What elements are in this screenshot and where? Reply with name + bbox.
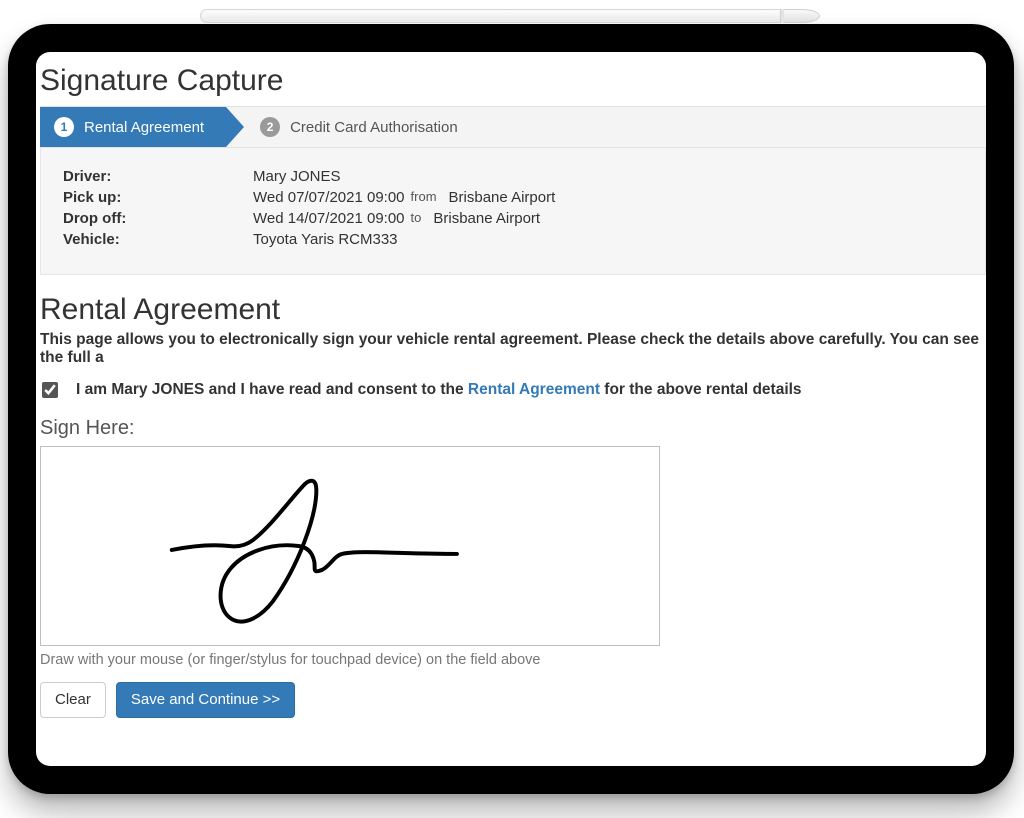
wizard-step-rental-agreement[interactable]: 1 Rental Agreement xyxy=(40,107,226,147)
consent-text: I am Mary JONES and I have read and cons… xyxy=(76,381,802,399)
section-lead: This page allows you to electronically s… xyxy=(40,331,986,367)
dropoff-to-label: to xyxy=(405,210,428,227)
consent-row: I am Mary JONES and I have read and cons… xyxy=(40,381,986,399)
stylus-decoration xyxy=(200,2,820,30)
pickup-time: Wed 07/07/2021 09:00 xyxy=(253,189,405,206)
section-title: Rental Agreement xyxy=(40,293,986,327)
wizard-step-num: 1 xyxy=(54,117,74,137)
pickup-label: Pick up: xyxy=(63,189,253,206)
tablet-screen: Signature Capture 1 Rental Agreement 2 C… xyxy=(36,52,986,766)
rental-agreement-link[interactable]: Rental Agreement xyxy=(468,381,600,398)
wizard-step-credit-card[interactable]: 2 Credit Card Authorisation xyxy=(226,107,480,147)
vehicle-label: Vehicle: xyxy=(63,231,253,248)
consent-pre: I am Mary JONES and I have read and cons… xyxy=(76,381,468,398)
wizard-step-label: Credit Card Authorisation xyxy=(290,119,458,136)
sign-here-label: Sign Here: xyxy=(40,417,986,440)
consent-checkbox[interactable] xyxy=(42,382,58,398)
signature-canvas[interactable] xyxy=(40,446,660,646)
wizard-step-num: 2 xyxy=(260,117,280,137)
signature-stroke-icon xyxy=(41,447,659,645)
tablet-frame: Signature Capture 1 Rental Agreement 2 C… xyxy=(8,24,1014,794)
save-continue-button[interactable]: Save and Continue >> xyxy=(116,682,295,718)
clear-button[interactable]: Clear xyxy=(40,682,106,718)
dropoff-label: Drop off: xyxy=(63,210,253,227)
driver-value: Mary JONES xyxy=(253,168,341,185)
wizard-steps: 1 Rental Agreement 2 Credit Card Authori… xyxy=(40,106,986,148)
page-title: Signature Capture xyxy=(40,64,986,98)
rental-details-panel: Driver: Mary JONES Pick up: Wed 07/07/20… xyxy=(40,148,986,275)
wizard-step-label: Rental Agreement xyxy=(84,119,204,136)
action-buttons: Clear Save and Continue >> xyxy=(40,682,986,718)
vehicle-value: Toyota Yaris RCM333 xyxy=(253,231,398,248)
driver-label: Driver: xyxy=(63,168,253,185)
dropoff-time: Wed 14/07/2021 09:00 xyxy=(253,210,405,227)
pickup-from-label: from xyxy=(405,189,443,206)
signature-hint: Draw with your mouse (or finger/stylus f… xyxy=(40,652,986,668)
pickup-location: Brisbane Airport xyxy=(443,189,556,206)
dropoff-location: Brisbane Airport xyxy=(427,210,540,227)
consent-post: for the above rental details xyxy=(600,381,802,398)
